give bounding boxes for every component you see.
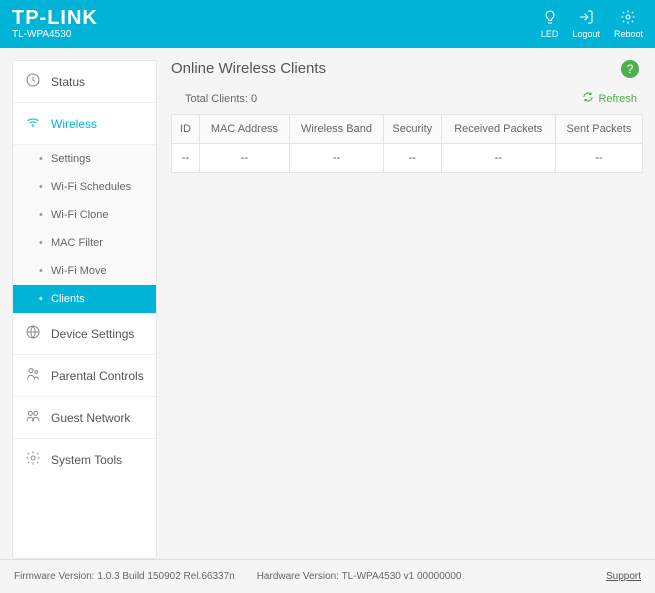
led-button[interactable]: LED [541,9,559,39]
sidebar-item-wireless[interactable]: Wireless [13,103,156,145]
brand-area: TP-LINK TL-WPA4530 [12,8,98,40]
wireless-icon [25,114,41,133]
page-title: Online Wireless Clients [171,60,643,77]
guest-label: Guest Network [51,411,130,425]
table-row: -- -- -- -- -- -- [172,144,643,173]
help-button[interactable]: ? [621,60,639,78]
cell-empty: -- [441,144,555,173]
sub-clients[interactable]: Clients [13,285,156,313]
help-icon: ? [627,62,634,76]
model-label: TL-WPA4530 [12,29,98,40]
globe-icon [25,324,41,343]
parental-icon [25,366,41,385]
led-label: LED [541,29,559,39]
logout-label: Logout [572,29,600,39]
total-clients: Total Clients: 0 [185,93,257,105]
cell-empty: -- [384,144,441,173]
col-id: ID [172,115,200,144]
sub-settings[interactable]: Settings [13,145,156,173]
col-mac: MAC Address [200,115,290,144]
parental-label: Parental Controls [51,369,144,383]
logout-icon [578,9,594,27]
refresh-button[interactable]: Refresh [582,91,637,106]
sub-schedules[interactable]: Wi-Fi Schedules [13,173,156,201]
sidebar-item-guest[interactable]: Guest Network [13,397,156,439]
device-settings-label: Device Settings [51,327,134,341]
col-security: Security [384,115,441,144]
led-icon [542,9,558,27]
sidebar-item-parental[interactable]: Parental Controls [13,355,156,397]
guest-icon [25,408,41,427]
table-header-row: ID MAC Address Wireless Band Security Re… [172,115,643,144]
brand-logo: TP-LINK [12,8,98,28]
clients-table: ID MAC Address Wireless Band Security Re… [171,114,643,173]
col-tx: Sent Packets [555,115,642,144]
reboot-icon [620,9,636,27]
header: TP-LINK TL-WPA4530 LED Logout Reboot [0,0,655,48]
system-tools-label: System Tools [51,453,122,467]
header-actions: LED Logout Reboot [541,9,643,39]
sub-mac-filter[interactable]: MAC Filter [13,229,156,257]
sidebar: Status Wireless Settings Wi-Fi Schedules… [12,60,157,559]
firmware-version: Firmware Version: 1.0.3 Build 150902 Rel… [14,571,235,582]
sub-move[interactable]: Wi-Fi Move [13,257,156,285]
cell-empty: -- [555,144,642,173]
footer-versions: Firmware Version: 1.0.3 Build 150902 Rel… [14,571,461,582]
wireless-label: Wireless [51,117,97,131]
sub-clone[interactable]: Wi-Fi Clone [13,201,156,229]
status-icon [25,72,41,91]
sidebar-item-system-tools[interactable]: System Tools [13,439,156,480]
refresh-label: Refresh [598,93,637,105]
hardware-version: Hardware Version: TL-WPA4530 v1 00000000 [257,571,462,582]
sidebar-item-status[interactable]: Status [13,61,156,103]
footer: Firmware Version: 1.0.3 Build 150902 Rel… [0,559,655,593]
cell-empty: -- [172,144,200,173]
col-rx: Received Packets [441,115,555,144]
reboot-label: Reboot [614,29,643,39]
col-band: Wireless Band [289,115,383,144]
wireless-submenu: Settings Wi-Fi Schedules Wi-Fi Clone MAC… [13,145,156,313]
content: ? Online Wireless Clients Total Clients:… [171,60,643,559]
reboot-button[interactable]: Reboot [614,9,643,39]
table-toolbar: Total Clients: 0 Refresh [171,91,643,114]
gear-icon [25,450,41,469]
cell-empty: -- [289,144,383,173]
status-label: Status [51,75,85,89]
support-link[interactable]: Support [606,571,641,582]
logout-button[interactable]: Logout [572,9,600,39]
cell-empty: -- [200,144,290,173]
refresh-icon [582,91,594,106]
sidebar-item-device-settings[interactable]: Device Settings [13,313,156,355]
